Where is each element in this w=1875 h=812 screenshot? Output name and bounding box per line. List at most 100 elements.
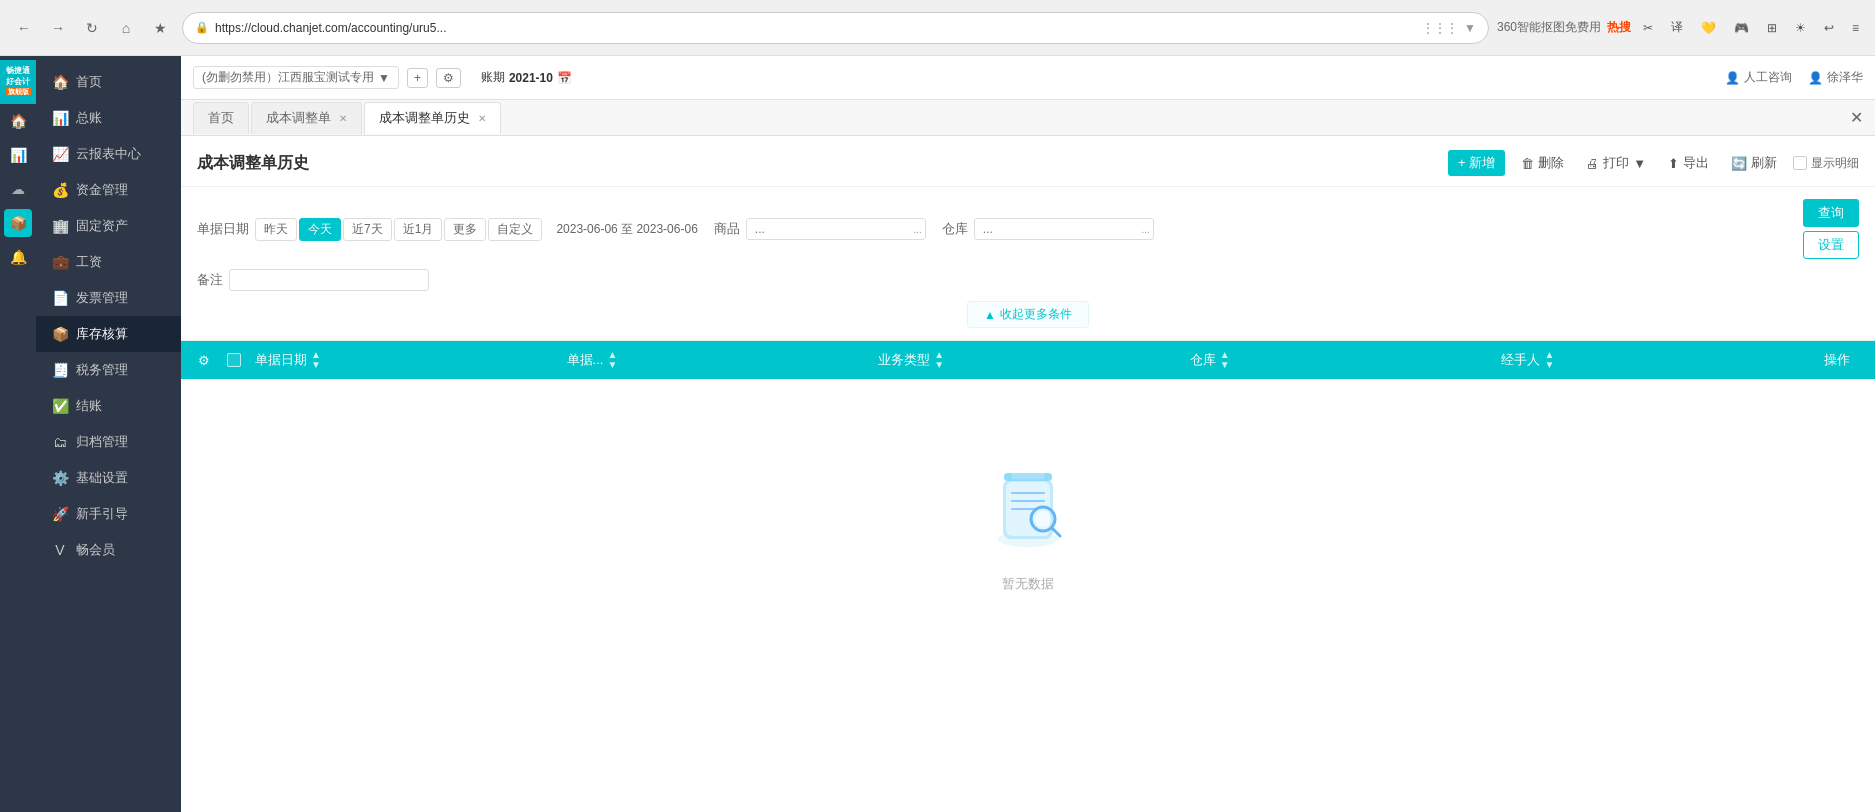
th-warehouse-label: 仓库 bbox=[1190, 351, 1216, 369]
th-doc-no-label: 单据... bbox=[567, 351, 604, 369]
iconbar-reports[interactable]: ☁ bbox=[4, 175, 32, 203]
reload-button[interactable]: ↻ bbox=[78, 14, 106, 42]
sidebar-item-tax[interactable]: 🧾 税务管理 bbox=[36, 352, 181, 388]
forward-button[interactable]: → bbox=[44, 14, 72, 42]
print-dropdown-icon: ▼ bbox=[1633, 156, 1646, 171]
select-all-box[interactable] bbox=[227, 353, 241, 367]
sidebar-item-beginner[interactable]: 🚀 新手引导 bbox=[36, 496, 181, 532]
address-bar[interactable]: 🔒 https://cloud.chanjet.com/accounting/u… bbox=[182, 12, 1489, 44]
more-btn[interactable]: ≡ bbox=[1846, 19, 1865, 37]
sidebar-item-funds[interactable]: 💰 资金管理 bbox=[36, 172, 181, 208]
sidebar-item-ledger[interactable]: 📊 总账 bbox=[36, 100, 181, 136]
print-btn[interactable]: 🖨 打印 ▼ bbox=[1580, 151, 1652, 175]
column-settings-btn[interactable]: ⚙ bbox=[189, 353, 219, 368]
filter-row-remark: 备注 bbox=[197, 269, 1859, 291]
sidebar-item-assets[interactable]: 🏢 固定资产 bbox=[36, 208, 181, 244]
show-columns-toggle[interactable]: 显示明细 bbox=[1793, 155, 1859, 172]
th-warehouse[interactable]: 仓库 ▲▼ bbox=[1184, 350, 1496, 370]
tab-home-label: 首页 bbox=[208, 109, 234, 127]
date-range-text: 2023-06-06 至 2023-06-06 bbox=[556, 221, 697, 238]
th-handler[interactable]: 经手人 ▲▼ bbox=[1495, 350, 1807, 370]
back-button[interactable]: ← bbox=[10, 14, 38, 42]
iconbar-active[interactable]: 📦 bbox=[4, 209, 32, 237]
user-name: 徐泽华 bbox=[1827, 69, 1863, 86]
collapse-up-icon: ▲ bbox=[984, 308, 996, 322]
sidebar-item-basic-settings[interactable]: ⚙️ 基础设置 bbox=[36, 460, 181, 496]
sidebar-beginner-label: 新手引导 bbox=[76, 505, 165, 523]
sidebar-ledger-label: 总账 bbox=[76, 109, 165, 127]
sidebar-item-close-books[interactable]: ✅ 结账 bbox=[36, 388, 181, 424]
ledger-icon: 📊 bbox=[52, 110, 68, 126]
tab-home[interactable]: 首页 bbox=[193, 102, 249, 134]
bookmark-button[interactable]: ★ bbox=[146, 14, 174, 42]
period-label: 账期 bbox=[481, 69, 505, 86]
game-btn[interactable]: 🎮 bbox=[1728, 19, 1755, 37]
th-biz-type[interactable]: 业务类型 ▲▼ bbox=[872, 350, 1184, 370]
user-item[interactable]: 👤 徐泽华 bbox=[1808, 69, 1863, 86]
manage-company-btn[interactable]: ⚙ bbox=[436, 68, 461, 88]
iconbar-ledger[interactable]: 📊 bbox=[4, 141, 32, 169]
apps-btn[interactable]: ⊞ bbox=[1761, 19, 1783, 37]
wallet-btn[interactable]: 💛 bbox=[1695, 19, 1722, 37]
iconbar-home[interactable]: 🏠 bbox=[4, 107, 32, 135]
export-btn[interactable]: ⬆ 导出 bbox=[1662, 151, 1715, 175]
date-btn-yesterday[interactable]: 昨天 bbox=[255, 218, 297, 241]
calendar-icon[interactable]: 📅 bbox=[557, 71, 572, 85]
refresh-btn[interactable]: 🔄 刷新 bbox=[1725, 151, 1783, 175]
tab-cost-adjust-history[interactable]: 成本调整单历史 ✕ bbox=[364, 102, 501, 134]
date-btn-custom[interactable]: 自定义 bbox=[488, 218, 542, 241]
service-item[interactable]: 👤 人工咨询 bbox=[1725, 69, 1792, 86]
scissors-btn[interactable]: ✂ bbox=[1637, 19, 1659, 37]
sidebar-item-membership[interactable]: V 畅会员 bbox=[36, 532, 181, 568]
th-date[interactable]: 单据日期 ▲▼ bbox=[249, 350, 561, 370]
query-btn[interactable]: 查询 bbox=[1803, 199, 1859, 227]
sidebar-item-home[interactable]: 🏠 首页 bbox=[36, 64, 181, 100]
home-button[interactable]: ⌂ bbox=[112, 14, 140, 42]
tab-cost-adjust[interactable]: 成本调整单 ✕ bbox=[251, 102, 362, 134]
date-btn-today[interactable]: 今天 bbox=[299, 218, 341, 241]
date-btn-more[interactable]: 更多 bbox=[444, 218, 486, 241]
company-selector[interactable]: (勿删勿禁用）江西服宝测试专用 ▼ bbox=[193, 66, 399, 89]
filter-settings-btn[interactable]: 设置 bbox=[1803, 231, 1859, 259]
collapse-btn[interactable]: ▲ 收起更多条件 bbox=[967, 301, 1089, 328]
sidebar-item-invoice[interactable]: 📄 发票管理 bbox=[36, 280, 181, 316]
collapse-row: ▲ 收起更多条件 bbox=[197, 301, 1859, 328]
sidebar-item-payroll[interactable]: 💼 工资 bbox=[36, 244, 181, 280]
translate-btn[interactable]: 译 bbox=[1665, 17, 1689, 38]
query-buttons: 查询 设置 bbox=[1803, 199, 1859, 259]
delete-btn[interactable]: 🗑 删除 bbox=[1515, 151, 1570, 175]
date-quick-btns: 昨天 今天 近7天 近1月 更多 自定义 bbox=[255, 218, 542, 241]
undo-btn[interactable]: ↩ bbox=[1818, 19, 1840, 37]
warehouse-select[interactable] bbox=[974, 218, 1154, 240]
add-company-btn[interactable]: + bbox=[407, 68, 428, 88]
close-all-tabs-btn[interactable]: ✕ bbox=[1850, 108, 1863, 127]
sidebar-close-books-label: 结账 bbox=[76, 397, 165, 415]
iconbar-extra1[interactable]: 🔔 bbox=[4, 243, 32, 271]
goods-select[interactable] bbox=[746, 218, 926, 240]
sidebar-item-inventory[interactable]: 📦 库存核算 bbox=[36, 316, 181, 352]
logo-text: 畅捷通好会计旗舰版 bbox=[6, 66, 31, 97]
sidebar-item-reports[interactable]: 📈 云报表中心 bbox=[36, 136, 181, 172]
basic-settings-icon: ⚙️ bbox=[52, 470, 68, 486]
home-icon: 🏠 bbox=[52, 74, 68, 90]
th-doc-no[interactable]: 单据... ▲▼ bbox=[561, 350, 873, 370]
remark-input[interactable] bbox=[229, 269, 429, 291]
date-btn-7days[interactable]: 近7天 bbox=[343, 218, 392, 241]
sidebar-archive-label: 归档管理 bbox=[76, 433, 165, 451]
select-all-checkbox[interactable] bbox=[219, 353, 249, 367]
sidebar: 🏠 首页 📊 总账 📈 云报表中心 💰 资金管理 🏢 固定资产 💼 工资 📄 发… bbox=[36, 56, 181, 812]
tab-cost-adjust-history-close[interactable]: ✕ bbox=[478, 113, 486, 124]
settings-tool-btn[interactable]: ☀ bbox=[1789, 19, 1812, 37]
app-logo[interactable]: 畅捷通好会计旗舰版 bbox=[0, 60, 36, 104]
refresh-label: 刷新 bbox=[1751, 154, 1777, 172]
sidebar-item-archive[interactable]: 🗂 归档管理 bbox=[36, 424, 181, 460]
show-columns-checkbox[interactable] bbox=[1793, 156, 1807, 170]
date-btn-1month[interactable]: 近1月 bbox=[394, 218, 443, 241]
tab-cost-adjust-close[interactable]: ✕ bbox=[339, 113, 347, 124]
print-label: 打印 bbox=[1603, 154, 1629, 172]
th-warehouse-sort-icon: ▲▼ bbox=[1220, 350, 1230, 370]
chevron-down-icon[interactable]: ▼ bbox=[1464, 21, 1476, 35]
company-name: (勿删勿禁用）江西服宝测试专用 bbox=[202, 69, 374, 86]
funds-icon: 💰 bbox=[52, 182, 68, 198]
new-btn[interactable]: + 新增 bbox=[1448, 150, 1505, 176]
